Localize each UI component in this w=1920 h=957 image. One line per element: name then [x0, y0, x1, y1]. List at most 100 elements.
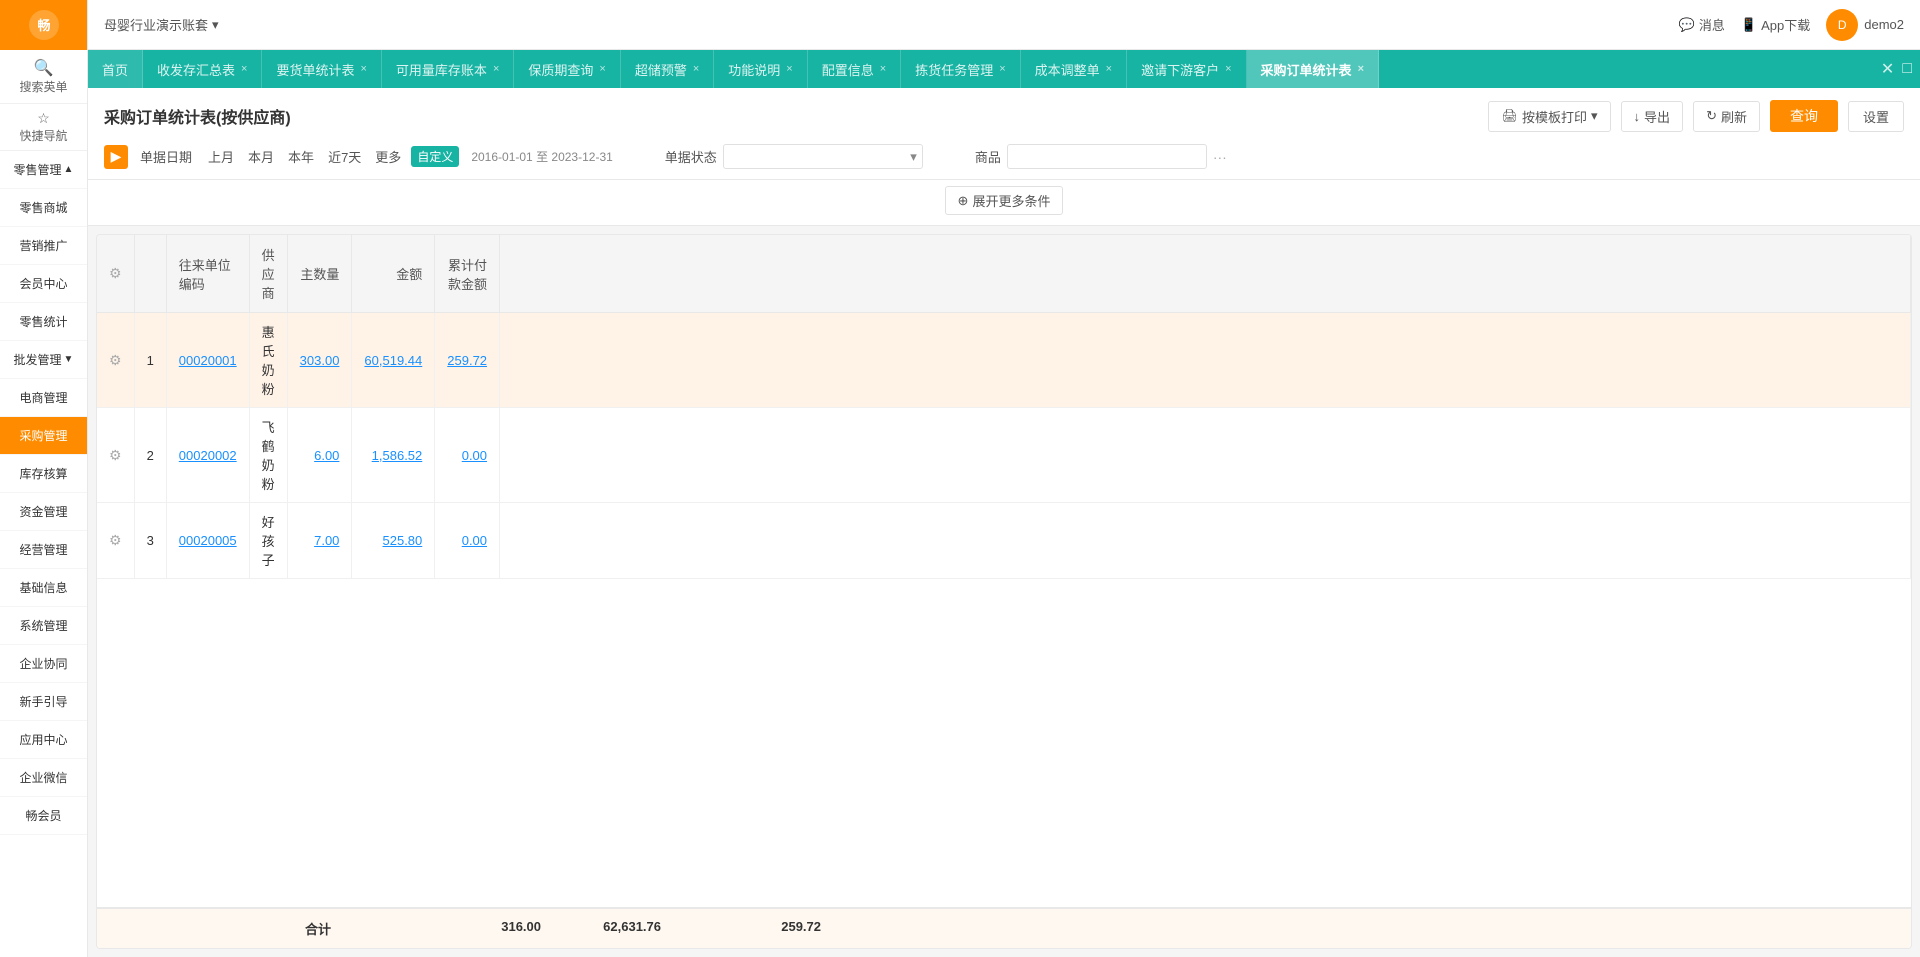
tab-overstock[interactable]: 超储预警 ×	[621, 50, 714, 88]
sidebar-item-app-center[interactable]: 应用中心	[0, 721, 87, 759]
table-row[interactable]: 2 00020002 飞鹤奶粉 6.00 1,586.52 0.00	[97, 408, 1911, 503]
goods-filter: 商品 ···	[975, 144, 1227, 169]
gear-icon[interactable]	[109, 533, 122, 548]
row-qty[interactable]: 7.00	[287, 503, 352, 579]
export-btn[interactable]: ↓ 导出	[1621, 101, 1684, 132]
row-qty[interactable]: 303.00	[287, 313, 352, 408]
tab-close-icon[interactable]: ×	[880, 63, 886, 75]
tab-config[interactable]: 配置信息 ×	[808, 50, 901, 88]
gear-icon[interactable]	[109, 353, 122, 368]
row-unit-code[interactable]: 00020002	[166, 408, 249, 503]
table-row[interactable]: 3 00020005 好孩子 7.00 525.80 0.00	[97, 503, 1911, 579]
tab-close-icon[interactable]: ×	[360, 63, 366, 75]
row-settings[interactable]	[97, 313, 134, 408]
date-7days[interactable]: 近7天	[324, 145, 365, 168]
row-supplier: 惠氏奶粉	[249, 313, 287, 408]
logo-icon: 畅	[28, 9, 60, 41]
date-last-month[interactable]: 上月	[204, 145, 238, 168]
tab-close-icon[interactable]: ×	[1358, 63, 1364, 75]
table-body: 1 00020001 惠氏奶粉 303.00 60,519.44 259.72 …	[97, 313, 1911, 579]
tab-purchase-stat[interactable]: 采购订单统计表 ×	[1247, 50, 1379, 88]
table-row[interactable]: 1 00020001 惠氏奶粉 303.00 60,519.44 259.72	[97, 313, 1911, 408]
sidebar-item-retail-mall[interactable]: 零售商城	[0, 189, 87, 227]
row-qty[interactable]: 6.00	[287, 408, 352, 503]
col-paid: 累计付款金额	[435, 235, 500, 313]
sidebar-item-marketing[interactable]: 营销推广	[0, 227, 87, 265]
gear-icon[interactable]	[109, 448, 122, 463]
status-select[interactable]	[723, 144, 923, 169]
row-amount[interactable]: 1,586.52	[352, 408, 435, 503]
expand-more-btn[interactable]: ⊕ 展开更多条件	[945, 186, 1064, 215]
tab-close-icon[interactable]: ×	[493, 63, 499, 75]
sidebar-item-ecom[interactable]: 电商管理	[0, 379, 87, 417]
sidebar-item-member[interactable]: 会员中心	[0, 265, 87, 303]
tab-close-icon[interactable]: ×	[1225, 63, 1231, 75]
print-icon: 🖨	[1501, 108, 1518, 124]
row-amount[interactable]: 60,519.44	[352, 313, 435, 408]
window-close-btn[interactable]: ✕	[1881, 59, 1894, 79]
row-unit-code[interactable]: 00020001	[166, 313, 249, 408]
tab-home[interactable]: 首页	[88, 50, 143, 88]
sidebar-item-finance[interactable]: 资金管理	[0, 493, 87, 531]
settings-btn[interactable]: 设置	[1848, 101, 1904, 132]
window-max-btn[interactable]: □	[1902, 60, 1912, 78]
tab-close-icon[interactable]: ×	[599, 63, 605, 75]
col-settings[interactable]	[97, 235, 134, 313]
tab-close-icon[interactable]: ×	[241, 63, 247, 75]
gear-icon[interactable]	[109, 266, 122, 281]
template-print-btn[interactable]: 🖨 按模板打印 ▾	[1488, 101, 1610, 132]
status-label: 单据状态	[665, 147, 717, 166]
sidebar-item-ops[interactable]: 经营管理	[0, 531, 87, 569]
sidebar-item-base[interactable]: 基础信息	[0, 569, 87, 607]
tab-warranty[interactable]: 保质期查询 ×	[514, 50, 620, 88]
sidebar-item-enterprise[interactable]: 企业协同	[0, 645, 87, 683]
col-unit-code: 往来单位编码	[166, 235, 249, 313]
tab-function-desc[interactable]: 功能说明 ×	[714, 50, 807, 88]
date-more[interactable]: 更多	[371, 145, 405, 168]
sidebar-item-quick-nav[interactable]: ☆ 快捷导航	[0, 104, 87, 151]
row-paid[interactable]: 259.72	[435, 313, 500, 408]
sidebar-item-search[interactable]: 🔍 搜索英单	[0, 50, 87, 104]
tab-avail-stock[interactable]: 可用量库存账本 ×	[382, 50, 514, 88]
row-paid[interactable]: 0.00	[435, 503, 500, 579]
more-filter-icon[interactable]: ···	[1213, 149, 1227, 165]
sidebar-item-inventory[interactable]: 库存核算	[0, 455, 87, 493]
message-btn[interactable]: 💬 消息	[1679, 15, 1725, 34]
date-this-month[interactable]: 本月	[244, 145, 278, 168]
sidebar-item-new-guide[interactable]: 新手引导	[0, 683, 87, 721]
chevron-down-icon: ▾	[212, 17, 219, 33]
org-selector[interactable]: 母婴行业演示账套 ▾	[104, 15, 219, 34]
row-unit-code[interactable]: 00020005	[166, 503, 249, 579]
app-download-btn[interactable]: 📱 App下载	[1741, 15, 1810, 34]
tab-invite-customer[interactable]: 邀请下游客户 ×	[1127, 50, 1246, 88]
tab-close-icon[interactable]: ×	[786, 63, 792, 75]
message-icon: 💬	[1679, 17, 1695, 33]
sidebar-item-retail-stat[interactable]: 零售统计	[0, 303, 87, 341]
sidebar-item-retail[interactable]: 零售管理 ▲	[0, 151, 87, 189]
row-paid[interactable]: 0.00	[435, 408, 500, 503]
date-custom-badge[interactable]: 自定义	[411, 146, 459, 167]
sidebar-item-enterprise-wechat[interactable]: 企业微信	[0, 759, 87, 797]
goods-input[interactable]	[1007, 144, 1207, 169]
row-amount[interactable]: 525.80	[352, 503, 435, 579]
sidebar-logo[interactable]: 畅 母婴行业演示账套	[0, 0, 87, 50]
tab-close-icon[interactable]: ×	[693, 63, 699, 75]
tab-goods-stat[interactable]: 要货单统计表 ×	[262, 50, 381, 88]
tab-cost-adjust[interactable]: 成本调整单 ×	[1021, 50, 1127, 88]
sidebar-item-system[interactable]: 系统管理	[0, 607, 87, 645]
user-menu[interactable]: D demo2	[1826, 9, 1904, 41]
refresh-btn[interactable]: ↻ 刷新	[1693, 101, 1760, 132]
tab-pick-task[interactable]: 拣货任务管理 ×	[901, 50, 1020, 88]
query-btn[interactable]: 查询	[1770, 100, 1838, 132]
sidebar-item-purchase[interactable]: 采购管理	[0, 417, 87, 455]
col-no	[134, 235, 166, 313]
tab-close-icon[interactable]: ×	[999, 63, 1005, 75]
sidebar-item-vip[interactable]: 畅会员	[0, 797, 87, 835]
tab-close-icon[interactable]: ×	[1106, 63, 1112, 75]
filter-toggle-btn[interactable]: ▶	[104, 145, 128, 169]
date-this-year[interactable]: 本年	[284, 145, 318, 168]
row-settings[interactable]	[97, 503, 134, 579]
row-settings[interactable]	[97, 408, 134, 503]
tab-receive-send[interactable]: 收发存汇总表 ×	[143, 50, 262, 88]
sidebar-item-wholesale[interactable]: 批发管理 ▼	[0, 341, 87, 379]
